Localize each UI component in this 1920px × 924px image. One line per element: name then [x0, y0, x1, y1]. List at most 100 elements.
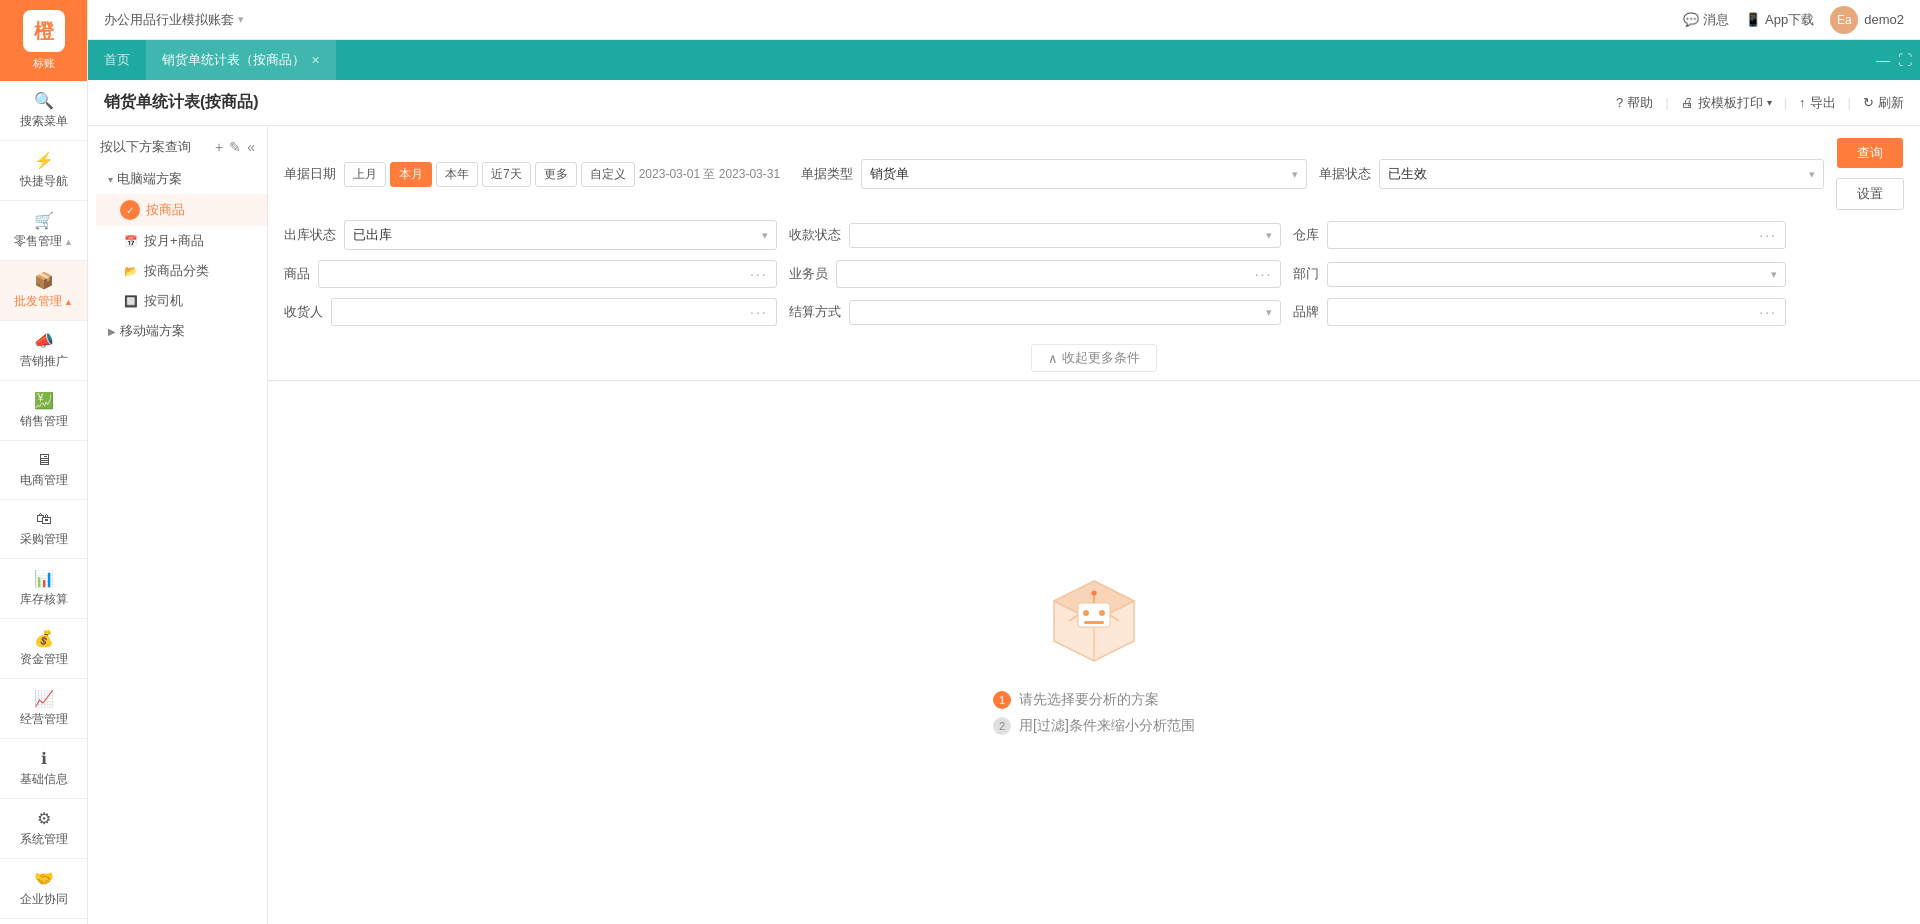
- date-last-month-button[interactable]: 上月: [344, 162, 386, 187]
- marketing-icon: 📣: [34, 331, 54, 350]
- filter-item-receiver: 收货人 ···: [284, 298, 777, 326]
- help-button[interactable]: ? 帮助: [1616, 94, 1653, 112]
- collapse-row: ∧ 收起更多条件: [284, 336, 1904, 380]
- sidebar-item-quicknav[interactable]: ⚡ 快捷导航: [0, 141, 87, 201]
- status-select[interactable]: 已生效 ▾: [1379, 159, 1824, 189]
- sidebar-item-inventory[interactable]: 📊 库存核算: [0, 559, 87, 619]
- sidebar-item-label: 搜索菜单: [20, 113, 68, 130]
- system-icon: ⚙: [37, 809, 51, 828]
- empty-tip-2: 2 用[过滤]条件来缩小分析范围: [993, 717, 1195, 735]
- sidebar-item-enterprise[interactable]: 🤝 企业协同: [0, 859, 87, 919]
- tree-item-by-category[interactable]: 📂 按商品分类: [96, 256, 267, 286]
- logo-icon: 橙: [23, 10, 65, 52]
- page-header-actions: ? 帮助 | 🖨 按模板打印 ▾ | ↑ 导出 | ↻ 刷新: [1616, 94, 1904, 124]
- empty-tip-1: 1 请先选择要分析的方案: [993, 691, 1195, 709]
- filter-item-pay-status: 收款状态 ▾: [789, 223, 1282, 248]
- tab-minimize-button[interactable]: —: [1876, 52, 1890, 68]
- tab-maximize-button[interactable]: ⛶: [1898, 52, 1912, 68]
- sidebar-item-marketing[interactable]: 📣 营销推广: [0, 321, 87, 381]
- filter-item-salesperson: 业务员 ···: [789, 260, 1282, 288]
- tab-sales-stat[interactable]: 销货单统计表（按商品） ✕: [146, 40, 336, 80]
- filter-item-brand: 品牌 ···: [1293, 298, 1786, 326]
- inventory-icon: 📊: [34, 569, 54, 588]
- print-icon: 🖨: [1681, 95, 1694, 110]
- date-custom-button[interactable]: 自定义: [581, 162, 635, 187]
- query-button[interactable]: 查询: [1837, 138, 1903, 168]
- chevron-right-icon: ▶: [108, 326, 116, 337]
- add-scheme-button[interactable]: +: [215, 139, 223, 155]
- export-button[interactable]: ↑ 导出: [1799, 94, 1836, 112]
- chevron-down-icon: ▾: [1771, 268, 1777, 281]
- date-this-month-button[interactable]: 本月: [390, 162, 432, 187]
- enterprise-icon: 🤝: [34, 869, 54, 888]
- product-label: 商品: [284, 265, 310, 283]
- message-button[interactable]: 💬 消息: [1683, 11, 1729, 29]
- logo-area[interactable]: 橙 标账: [0, 0, 87, 81]
- template-print-button[interactable]: 🖨 按模板打印 ▾: [1681, 94, 1772, 112]
- tree-section-pc: ▾ 电脑端方案 ✓ 按商品 📅 按月+商品 📂 按商品分类: [88, 164, 267, 316]
- sidebar-item-basic[interactable]: ℹ 基础信息: [0, 739, 87, 799]
- sidebar-item-wholesale[interactable]: 📦 批发管理 ▲: [0, 261, 87, 321]
- tree-section-pc-header[interactable]: ▾ 电脑端方案: [96, 164, 267, 194]
- left-panel: 按以下方案查询 + ✎ « ▾ 电脑端方案 ✓: [88, 126, 268, 924]
- tree-item-by-month-product[interactable]: 📅 按月+商品: [96, 226, 267, 256]
- edit-scheme-button[interactable]: ✎: [229, 139, 241, 155]
- tip-number-2: 2: [993, 717, 1011, 735]
- dept-label: 部门: [1293, 265, 1319, 283]
- payment-select[interactable]: ▾: [849, 300, 1282, 325]
- product-input[interactable]: ···: [318, 260, 777, 288]
- type-label: 单据类型: [801, 165, 853, 183]
- brand-label: 品牌: [1293, 303, 1319, 321]
- sidebar-item-search[interactable]: 🔍 搜索菜单: [0, 81, 87, 141]
- logo-text: 标账: [33, 56, 55, 71]
- sidebar-item-sales[interactable]: 💹 销售管理: [0, 381, 87, 441]
- receiver-label: 收货人: [284, 303, 323, 321]
- chevron-icon: ▲: [64, 237, 73, 247]
- collapse-button[interactable]: ∧ 收起更多条件: [1031, 344, 1157, 372]
- filter-item-dept: 部门 ▾: [1293, 262, 1786, 287]
- sidebar-item-label: 库存核算: [20, 591, 68, 608]
- tree-item-by-product[interactable]: ✓ 按商品: [96, 194, 267, 226]
- sidebar-item-finance[interactable]: 💰 资金管理: [0, 619, 87, 679]
- dropdown-arrow-icon: ▾: [238, 13, 244, 26]
- date-this-year-button[interactable]: 本年: [436, 162, 478, 187]
- receiver-input[interactable]: ···: [331, 298, 777, 326]
- refresh-button[interactable]: ↻ 刷新: [1863, 94, 1904, 112]
- tree-item-by-cashier[interactable]: 🔲 按司机: [96, 286, 267, 316]
- date-more-button[interactable]: 更多: [535, 162, 577, 187]
- topbar: 办公用品行业模拟账套 ▾ 💬 消息 📱 App下载 Ea demo2: [88, 0, 1920, 40]
- settings-button[interactable]: 设置: [1836, 178, 1904, 210]
- tab-close-button[interactable]: ✕: [311, 54, 320, 67]
- out-status-select[interactable]: 已出库 ▾: [344, 220, 777, 250]
- collapse-panel-button[interactable]: «: [247, 139, 255, 155]
- app-title: 办公用品行业模拟账套 ▾: [104, 11, 244, 29]
- brand-input[interactable]: ···: [1327, 298, 1786, 326]
- sidebar-item-purchase[interactable]: 🛍 采购管理: [0, 500, 87, 559]
- warehouse-label: 仓库: [1293, 226, 1319, 244]
- tree-section-mobile-header[interactable]: ▶ 移动端方案: [96, 316, 267, 346]
- pay-status-label: 收款状态: [789, 226, 841, 244]
- user-menu-button[interactable]: Ea demo2: [1830, 6, 1904, 34]
- more-options-icon: ···: [1759, 304, 1777, 320]
- chevron-icon: ▲: [64, 297, 73, 307]
- warehouse-input[interactable]: ···: [1327, 221, 1786, 249]
- page-title: 销货单统计表(按商品): [104, 92, 259, 125]
- tab-home[interactable]: 首页: [88, 40, 146, 80]
- sidebar-item-retail[interactable]: 🛒 零售管理 ▲: [0, 201, 87, 261]
- filter-item-date: 单据日期 上月 本月 本年 近7天 更多 自定义 2023-03-01 至 20…: [284, 162, 789, 187]
- pay-status-select[interactable]: ▾: [849, 223, 1282, 248]
- date-range: 2023-03-01 至 2023-03-31: [639, 166, 780, 183]
- salesperson-input[interactable]: ···: [836, 260, 1282, 288]
- sidebar-item-label: 资金管理: [20, 651, 68, 668]
- sidebar-item-newbie[interactable]: 🎯 新手引导: [0, 919, 87, 924]
- export-icon: ↑: [1799, 95, 1806, 110]
- sidebar-item-ecommerce[interactable]: 🖥 电商管理: [0, 441, 87, 500]
- app-download-button[interactable]: 📱 App下载: [1745, 11, 1814, 29]
- dept-select[interactable]: ▾: [1327, 262, 1786, 287]
- sidebar-item-label: 批发管理: [14, 293, 62, 310]
- type-select[interactable]: 销货单 ▾: [861, 159, 1306, 189]
- date-last7-button[interactable]: 近7天: [482, 162, 531, 187]
- sidebar-item-operation[interactable]: 📈 经营管理: [0, 679, 87, 739]
- more-options-icon: ···: [750, 304, 768, 320]
- sidebar-item-system[interactable]: ⚙ 系统管理: [0, 799, 87, 859]
